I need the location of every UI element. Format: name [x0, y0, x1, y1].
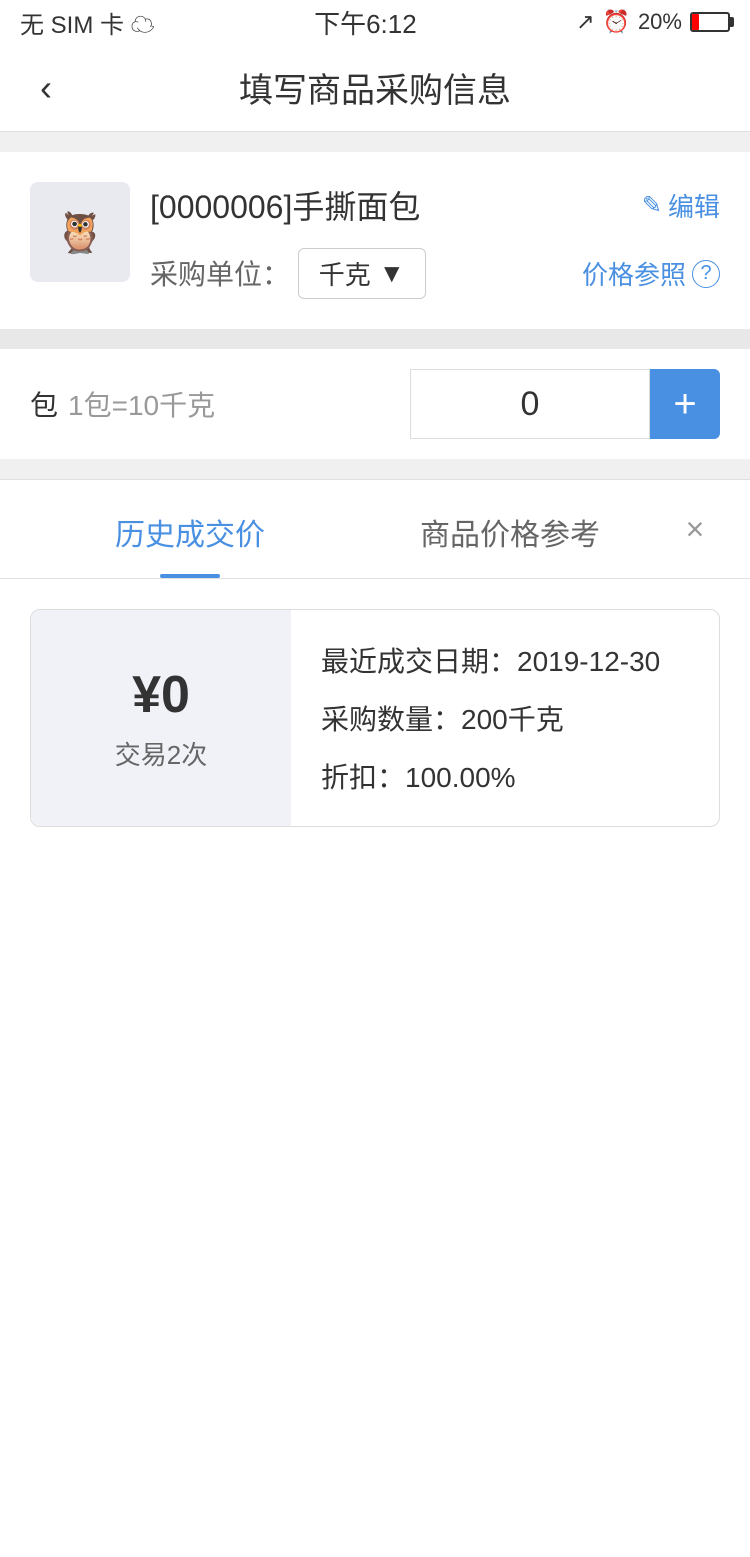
back-button[interactable]: ‹	[30, 57, 62, 119]
quantity-row: 包 1包=10千克 0 +	[0, 349, 750, 459]
recent-date-value: 2019-12-30	[517, 646, 660, 677]
status-left: 无 SIM 卡 ☁	[20, 5, 155, 40]
quantity-right: 0 +	[410, 369, 720, 439]
tab-history-label: 历史成交价	[115, 519, 265, 552]
unit-field: 采购单位： 千克 ▼	[150, 248, 426, 299]
alarm-icon: ⏰	[603, 9, 630, 35]
purchase-qty-label: 采购数量：	[321, 704, 461, 735]
edit-icon: ✎	[642, 191, 662, 220]
unit-value: 千克	[319, 255, 371, 292]
history-card-container: ¥0 交易2次 最近成交日期：2019-12-30 采购数量：200千克 折扣：…	[0, 579, 750, 857]
discount-row: 折扣：100.00%	[321, 756, 689, 796]
history-price-display: ¥0	[132, 665, 190, 725]
tab-price-ref-label: 商品价格参考	[420, 519, 600, 552]
section-divider	[0, 329, 750, 349]
status-bar: 无 SIM 卡 ☁ 下午6:12 ↗ ⏰ 20%	[0, 0, 750, 44]
product-image: 🦉	[30, 182, 130, 282]
help-icon: ?	[692, 260, 720, 288]
battery-fill	[692, 14, 699, 30]
discount-label: 折扣：	[321, 762, 405, 793]
main-content-area	[0, 857, 750, 1557]
edit-button[interactable]: ✎ 编辑	[642, 187, 720, 224]
bottom-panel: 历史成交价 商品价格参考 × ¥0 交易2次 最近成交日期：2019-12-30…	[0, 479, 750, 857]
quantity-input[interactable]: 0	[410, 369, 650, 439]
price-reference-button[interactable]: 价格参照 ?	[582, 255, 720, 292]
unit-label: 采购单位：	[150, 259, 290, 290]
product-card: 🦉 [0000006]手撕面包 ✎ 编辑 采购单位： 千克 ▼ 价格参照 ?	[0, 152, 750, 329]
purchase-qty-value: 200千克	[461, 704, 564, 735]
edit-label: 编辑	[668, 187, 720, 224]
tabs-row: 历史成交价 商品价格参考 ×	[0, 480, 750, 579]
sim-label: 无 SIM 卡 ☁	[20, 5, 155, 40]
discount-value: 100.00%	[405, 762, 516, 793]
history-card: ¥0 交易2次 最近成交日期：2019-12-30 采购数量：200千克 折扣：…	[30, 609, 720, 827]
price-value: 0	[161, 666, 190, 724]
dropdown-arrow-icon: ▼	[379, 258, 405, 289]
product-info: [0000006]手撕面包 ✎ 编辑 采购单位： 千克 ▼ 价格参照 ?	[150, 182, 720, 299]
recent-date-row: 最近成交日期：2019-12-30	[321, 640, 689, 680]
card-left-price: ¥0 交易2次	[31, 610, 291, 826]
status-time: 下午6:12	[314, 4, 417, 41]
tab-price-reference[interactable]: 商品价格参考	[350, 480, 670, 578]
product-unit-row: 采购单位： 千克 ▼ 价格参照 ?	[150, 248, 720, 299]
nav-bar: ‹ 填写商品采购信息	[0, 44, 750, 132]
unit-select[interactable]: 千克 ▼	[298, 248, 426, 299]
trade-count: 交易2次	[115, 735, 207, 772]
quantity-value: 0	[521, 385, 540, 424]
product-name: [0000006]手撕面包	[150, 182, 420, 228]
pkg-conversion-label: 1包=10千克	[68, 384, 215, 424]
currency-symbol: ¥	[132, 666, 161, 724]
card-right-details: 最近成交日期：2019-12-30 采购数量：200千克 折扣：100.00%	[291, 610, 719, 826]
tab-history-price[interactable]: 历史成交价	[30, 480, 350, 578]
location-icon: ↗	[576, 9, 594, 35]
quantity-plus-button[interactable]: +	[650, 369, 720, 439]
product-header: [0000006]手撕面包 ✎ 编辑	[150, 182, 720, 228]
purchase-qty-row: 采购数量：200千克	[321, 698, 689, 738]
battery-percent: 20%	[638, 9, 682, 35]
close-icon: ×	[686, 511, 705, 548]
status-right: ↗ ⏰ 20%	[576, 9, 730, 35]
price-ref-label: 价格参照	[582, 255, 686, 292]
tab-close-button[interactable]: ×	[670, 504, 720, 554]
recent-date-label: 最近成交日期：	[321, 646, 517, 677]
battery-icon	[690, 12, 730, 32]
plus-icon: +	[673, 382, 696, 427]
page-title: 填写商品采购信息	[239, 63, 511, 112]
quantity-left: 包 1包=10千克	[30, 384, 215, 424]
package-icon: 包	[30, 384, 58, 424]
product-thumbnail-icon: 🦉	[55, 209, 105, 256]
